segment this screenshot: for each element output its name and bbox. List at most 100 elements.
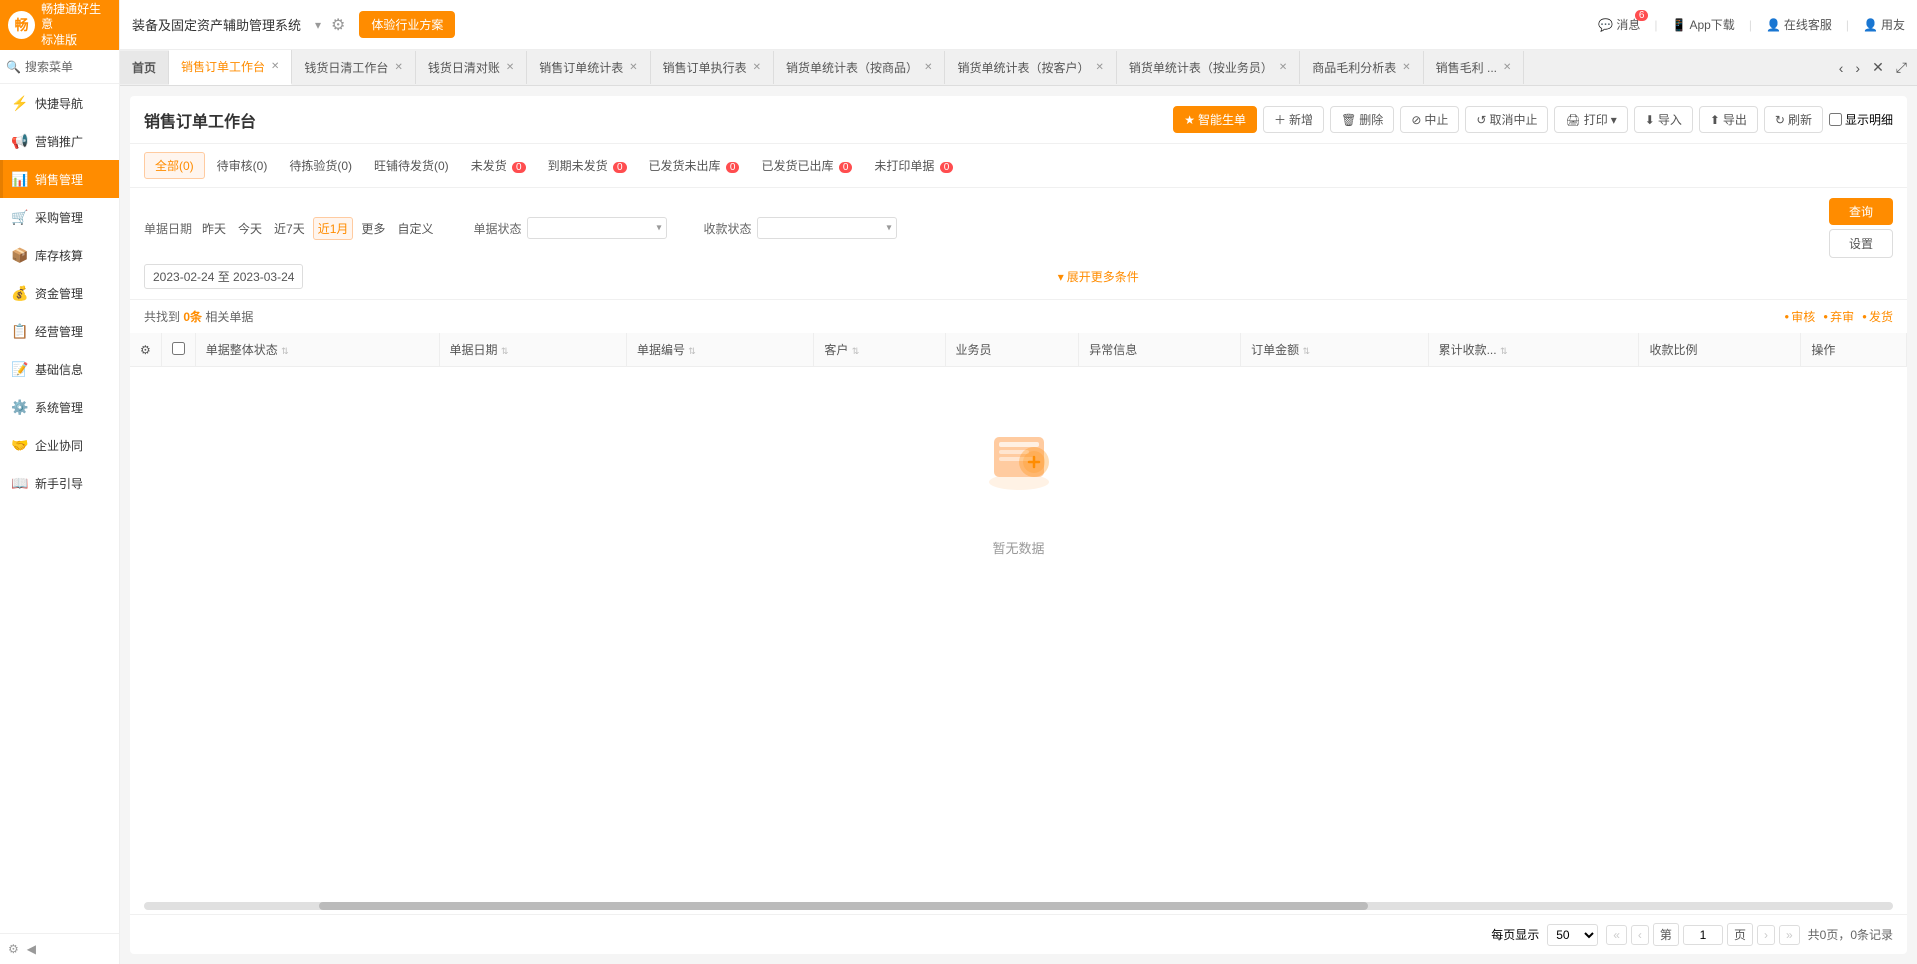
tab-sales-execute-close[interactable]: ✕ (753, 62, 761, 73)
subtab-pending-review[interactable]: 待审核(0) (207, 153, 278, 178)
sidebar-item-guide[interactable]: 📖 新手引导 (0, 464, 119, 502)
page-input[interactable] (1683, 925, 1723, 945)
user-item[interactable]: 👤 用友 (1863, 16, 1905, 33)
first-page-btn[interactable]: « (1606, 925, 1627, 945)
subtab-shipped-out[interactable]: 已发货已出库 0 (751, 153, 862, 178)
tab-sales-product-close[interactable]: ✕ (924, 62, 932, 73)
date-opt-7days[interactable]: 近7天 (270, 218, 309, 239)
date-opt-1month[interactable]: 近1月 (313, 217, 354, 240)
sort-status[interactable]: ⇅ (281, 346, 289, 356)
subtab-pending-check[interactable]: 待拣验货(0) (279, 153, 362, 178)
tabs-scroll-left[interactable]: ‹ (1835, 58, 1848, 78)
topbar-gear-icon[interactable]: ⚙ (331, 15, 345, 35)
tab-sales-execute[interactable]: 销售订单执行表 ✕ (651, 51, 774, 84)
tab-sales-stats-close[interactable]: ✕ (629, 62, 637, 73)
sort-number[interactable]: ⇅ (688, 346, 696, 356)
sidebar-item-marketing[interactable]: 📢 营销推广 (0, 122, 119, 160)
subtab-shipped-not-out[interactable]: 已发货未出库 0 (639, 153, 750, 178)
tab-gross-profit-close[interactable]: ✕ (1402, 62, 1410, 73)
sort-customer[interactable]: ⇅ (852, 346, 860, 356)
abandon-link[interactable]: 弃审 (1823, 308, 1854, 325)
stop-button[interactable]: ⊘ 中止 (1400, 106, 1459, 133)
tab-cash-reconcile[interactable]: 钱货日清对账 ✕ (416, 51, 527, 84)
print-button[interactable]: 🖨 打印 ▾ (1554, 106, 1627, 133)
tab-sales-gross-close[interactable]: ✕ (1503, 62, 1511, 73)
tabs-maximize[interactable]: ⤢ (1892, 57, 1911, 78)
sort-date[interactable]: ⇅ (501, 346, 509, 356)
smart-order-button[interactable]: ★ 智能生单 (1173, 106, 1257, 133)
tab-sales-gross[interactable]: 销售毛利 ... ✕ (1424, 51, 1525, 84)
enterprise-label: 企业协同 (35, 437, 83, 454)
tabs-close-all[interactable]: ✕ (1868, 57, 1888, 78)
sidebar-item-finance[interactable]: 💰 资金管理 (0, 274, 119, 312)
topbar-dropdown-arrow[interactable]: ▾ (315, 18, 321, 32)
sidebar-item-enterprise[interactable]: 🤝 企业协同 (0, 426, 119, 464)
tab-sales-staff[interactable]: 销货单统计表（按业务员） ✕ (1117, 51, 1300, 84)
show-detail-checkbox[interactable] (1829, 113, 1842, 126)
bottom-collapse-icon[interactable]: ◀ (27, 942, 36, 956)
expand-button[interactable]: ▾ 展开更多条件 (1058, 264, 1139, 289)
app-download-item[interactable]: 📱 App下载 (1672, 16, 1735, 33)
review-link[interactable]: 审核 (1784, 308, 1815, 325)
tab-sales-staff-close[interactable]: ✕ (1279, 62, 1287, 73)
tab-home[interactable]: 首页 (120, 51, 169, 84)
ship-link[interactable]: 发货 (1862, 308, 1893, 325)
sort-collected[interactable]: ⇅ (1500, 346, 1508, 356)
sidebar-item-system[interactable]: ⚙️ 系统管理 (0, 388, 119, 426)
filter-settings-button[interactable]: 设置 (1829, 229, 1893, 258)
online-service-item[interactable]: 👤 在线客服 (1766, 16, 1832, 33)
sidebar-item-inventory[interactable]: 📦 库存核算 (0, 236, 119, 274)
sidebar-item-sales[interactable]: 📊 销售管理 (0, 160, 119, 198)
sidebar-item-purchase[interactable]: 🛒 采购管理 (0, 198, 119, 236)
subtab-all[interactable]: 全部(0) (144, 152, 205, 179)
tab-sales-order[interactable]: 销售订单工作台 ✕ (169, 50, 292, 85)
add-button[interactable]: ＋ 新增 (1263, 106, 1324, 133)
subtab-not-printed[interactable]: 未打印单据 0 (864, 153, 963, 178)
tab-sales-customer[interactable]: 销货单统计表（按客户） ✕ (945, 51, 1116, 84)
date-opt-today[interactable]: 今天 (234, 218, 266, 239)
tab-sales-product[interactable]: 销货单统计表（按商品） ✕ (774, 51, 945, 84)
tab-sales-stats[interactable]: 销售订单统计表 ✕ (527, 51, 650, 84)
sidebar-item-operations[interactable]: 📋 经营管理 (0, 312, 119, 350)
cancel-stop-button[interactable]: ↺ 取消中止 (1465, 106, 1548, 133)
prev-page-btn[interactable]: ‹ (1631, 925, 1649, 945)
next-page-btn[interactable]: › (1757, 925, 1775, 945)
col-settings[interactable]: ⚙ (130, 333, 161, 367)
date-opt-yesterday[interactable]: 昨天 (198, 218, 230, 239)
tab-sales-staff-label: 销货单统计表（按业务员） (1129, 59, 1273, 76)
message-item[interactable]: 💬 消息 6 (1598, 16, 1640, 33)
refresh-button[interactable]: ↻ 刷新 (1764, 106, 1823, 133)
date-opt-more[interactable]: 更多 (357, 218, 389, 239)
subtab-not-shipped[interactable]: 未发货 0 (461, 153, 536, 178)
bottom-settings-icon[interactable]: ⚙ (8, 942, 19, 956)
status-select[interactable] (527, 217, 667, 239)
tab-sales-order-close[interactable]: ✕ (271, 61, 279, 72)
export-button[interactable]: ⬆ 导出 (1699, 106, 1758, 133)
sidebar-item-basic[interactable]: 📝 基础信息 (0, 350, 119, 388)
tab-cash-daily-close[interactable]: ✕ (394, 62, 402, 73)
solution-button[interactable]: 体验行业方案 (359, 11, 455, 38)
show-detail-label[interactable]: 显示明细 (1829, 111, 1893, 128)
sort-amount[interactable]: ⇅ (1303, 346, 1311, 356)
import-button[interactable]: ⬇ 导入 (1634, 106, 1693, 133)
col-checkbox[interactable] (161, 333, 195, 367)
subtab-overdue[interactable]: 到期未发货 0 (538, 153, 637, 178)
tabs-scroll-right[interactable]: › (1851, 58, 1864, 78)
date-opt-custom[interactable]: 自定义 (393, 218, 437, 239)
select-all-checkbox[interactable] (172, 342, 185, 355)
query-button[interactable]: 查询 (1829, 198, 1893, 225)
tab-cash-daily[interactable]: 钱货日清工作台 ✕ (292, 51, 415, 84)
sidebar-search[interactable]: 🔍 搜索菜单 (0, 50, 119, 84)
last-page-btn[interactable]: » (1779, 925, 1800, 945)
tab-gross-profit[interactable]: 商品毛利分析表 ✕ (1300, 51, 1423, 84)
message-icon: 💬 (1598, 18, 1613, 32)
horizontal-scrollbar[interactable] (144, 902, 1893, 910)
tab-sales-customer-close[interactable]: ✕ (1095, 62, 1103, 73)
delete-button[interactable]: 🗑 删除 (1330, 106, 1394, 133)
table-scroll[interactable]: ⚙ 单据整体状态 ⇅ 单据日期 ⇅ (130, 333, 1907, 902)
page-size-select[interactable]: 10 20 50 100 (1547, 924, 1598, 946)
tab-cash-reconcile-close[interactable]: ✕ (506, 62, 514, 73)
sidebar-item-quick[interactable]: ⚡ 快捷导航 (0, 84, 119, 122)
subtab-wangdian[interactable]: 旺铺待发货(0) (364, 153, 459, 178)
receipt-status-select[interactable] (757, 217, 897, 239)
